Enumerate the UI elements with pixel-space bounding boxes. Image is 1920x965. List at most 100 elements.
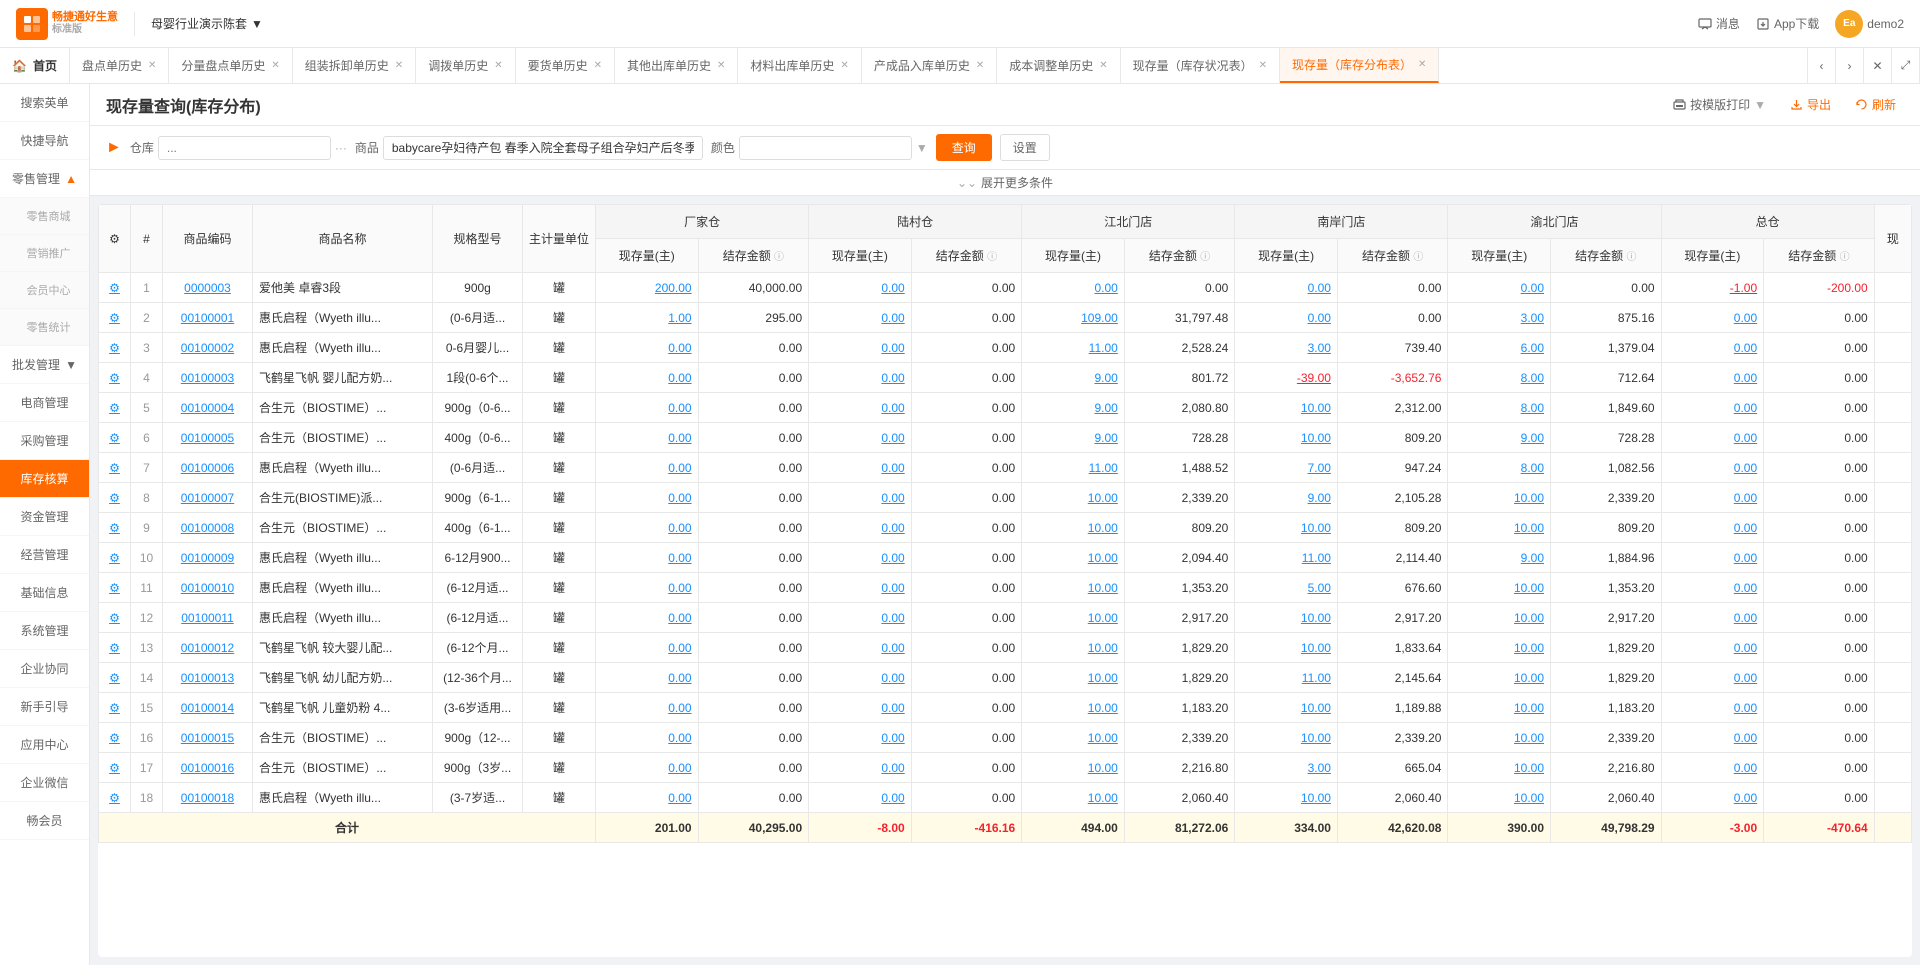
td-yb-stock[interactable]: 9.00 <box>1448 423 1551 453</box>
td-gear[interactable]: ⚙ <box>99 453 131 483</box>
td-yb-stock[interactable]: 10.00 <box>1448 693 1551 723</box>
td-code[interactable]: 00100001 <box>163 303 253 333</box>
message-btn[interactable]: 消息 <box>1698 15 1740 32</box>
td-f-stock[interactable]: 0.00 <box>596 333 699 363</box>
td-na-stock[interactable]: 10.00 <box>1235 783 1338 813</box>
tab-close-all-btn[interactable]: ✕ <box>1864 48 1892 84</box>
td-v-stock[interactable]: 0.00 <box>809 483 912 513</box>
td-v-stock[interactable]: 0.00 <box>809 423 912 453</box>
td-jb-stock[interactable]: 10.00 <box>1022 603 1125 633</box>
td-na-stock[interactable]: 3.00 <box>1235 333 1338 363</box>
td-v-stock[interactable]: 0.00 <box>809 393 912 423</box>
td-yb-stock[interactable]: 10.00 <box>1448 753 1551 783</box>
td-code[interactable]: 00100010 <box>163 573 253 603</box>
tab-inv-dist[interactable]: 现存量（库存分布表） ✕ <box>1280 48 1439 83</box>
td-t-stock[interactable]: 0.00 <box>1661 513 1764 543</box>
sidebar-item-purchase[interactable]: 采购管理 <box>0 422 89 460</box>
td-f-stock[interactable]: 0.00 <box>596 753 699 783</box>
sidebar-item-finance[interactable]: 资金管理 <box>0 498 89 536</box>
td-code[interactable]: 00100007 <box>163 483 253 513</box>
td-jb-stock[interactable]: 10.00 <box>1022 663 1125 693</box>
td-gear[interactable]: ⚙ <box>99 693 131 723</box>
tab-combo[interactable]: 组装拆卸单历史 ✕ <box>293 48 416 83</box>
td-f-stock[interactable]: 0.00 <box>596 663 699 693</box>
td-na-stock[interactable]: 11.00 <box>1235 543 1338 573</box>
td-t-stock[interactable]: 0.00 <box>1661 573 1764 603</box>
td-yb-stock[interactable]: 10.00 <box>1448 573 1551 603</box>
td-na-stock[interactable]: 7.00 <box>1235 453 1338 483</box>
td-t-stock[interactable]: 0.00 <box>1661 483 1764 513</box>
td-f-stock[interactable]: 0.00 <box>596 513 699 543</box>
td-jb-stock[interactable]: 10.00 <box>1022 783 1125 813</box>
td-t-stock[interactable]: 0.00 <box>1661 753 1764 783</box>
tab-other-out-close[interactable]: ✕ <box>717 60 725 71</box>
td-f-stock[interactable]: 0.00 <box>596 483 699 513</box>
td-gear[interactable]: ⚙ <box>99 543 131 573</box>
tab-product-in[interactable]: 产成品入库单历史 ✕ <box>862 48 997 83</box>
td-code[interactable]: 00100009 <box>163 543 253 573</box>
td-gear[interactable]: ⚙ <box>99 393 131 423</box>
td-f-stock[interactable]: 0.00 <box>596 543 699 573</box>
td-f-stock[interactable]: 1.00 <box>596 303 699 333</box>
td-jb-stock[interactable]: 9.00 <box>1022 423 1125 453</box>
tab-cost-adjust[interactable]: 成本调整单历史 ✕ <box>997 48 1120 83</box>
tab-requisition[interactable]: 要货单历史 ✕ <box>516 48 615 83</box>
td-code[interactable]: 00100008 <box>163 513 253 543</box>
tab-disc-branch[interactable]: 分量盘点单历史 ✕ <box>169 48 292 83</box>
td-v-stock[interactable]: 0.00 <box>809 363 912 393</box>
tab-next-btn[interactable]: › <box>1836 48 1864 84</box>
td-code[interactable]: 00100003 <box>163 363 253 393</box>
td-jb-stock[interactable]: 0.00 <box>1022 273 1125 303</box>
sidebar-item-system[interactable]: 系统管理 <box>0 612 89 650</box>
sidebar-item-member[interactable]: 会员中心 <box>0 272 89 309</box>
td-gear[interactable]: ⚙ <box>99 303 131 333</box>
td-v-stock[interactable]: 0.00 <box>809 513 912 543</box>
th-gear[interactable]: ⚙ <box>99 205 131 273</box>
td-v-stock[interactable]: 0.00 <box>809 753 912 783</box>
tab-inv-status[interactable]: 现存量（库存状况表） ✕ <box>1121 48 1280 83</box>
td-gear[interactable]: ⚙ <box>99 483 131 513</box>
td-gear[interactable]: ⚙ <box>99 333 131 363</box>
tab-cost-adjust-close[interactable]: ✕ <box>1099 60 1107 71</box>
td-jb-stock[interactable]: 9.00 <box>1022 393 1125 423</box>
td-code[interactable]: 00100004 <box>163 393 253 423</box>
td-code[interactable]: 00100011 <box>163 603 253 633</box>
td-jb-stock[interactable]: 109.00 <box>1022 303 1125 333</box>
td-f-stock[interactable]: 0.00 <box>596 363 699 393</box>
td-na-stock[interactable]: 10.00 <box>1235 723 1338 753</box>
tab-prev-btn[interactable]: ‹ <box>1808 48 1836 84</box>
td-yb-stock[interactable]: 10.00 <box>1448 483 1551 513</box>
td-yb-stock[interactable]: 10.00 <box>1448 633 1551 663</box>
tab-home[interactable]: 🏠 首页 <box>0 48 70 83</box>
td-jb-stock[interactable]: 10.00 <box>1022 513 1125 543</box>
sidebar-item-search[interactable]: 搜索英单 <box>0 84 89 122</box>
td-jb-stock[interactable]: 10.00 <box>1022 693 1125 723</box>
td-jb-stock[interactable]: 11.00 <box>1022 453 1125 483</box>
td-code[interactable]: 0000003 <box>163 273 253 303</box>
td-f-stock[interactable]: 0.00 <box>596 423 699 453</box>
td-jb-stock[interactable]: 10.00 <box>1022 543 1125 573</box>
sidebar-item-appcenter[interactable]: 应用中心 <box>0 726 89 764</box>
td-code[interactable]: 00100015 <box>163 723 253 753</box>
td-v-stock[interactable]: 0.00 <box>809 573 912 603</box>
td-f-stock[interactable]: 0.00 <box>596 723 699 753</box>
tab-disc-history[interactable]: 盘点单历史 ✕ <box>70 48 169 83</box>
td-yb-stock[interactable]: 10.00 <box>1448 783 1551 813</box>
td-f-stock[interactable]: 0.00 <box>596 453 699 483</box>
td-gear[interactable]: ⚙ <box>99 513 131 543</box>
tab-combo-close[interactable]: ✕ <box>395 60 403 71</box>
td-v-stock[interactable]: 0.00 <box>809 723 912 753</box>
tab-material-out[interactable]: 材料出库单历史 ✕ <box>738 48 861 83</box>
td-t-stock[interactable]: 0.00 <box>1661 393 1764 423</box>
color-input[interactable] <box>739 136 912 160</box>
td-gear[interactable]: ⚙ <box>99 363 131 393</box>
td-v-stock[interactable]: 0.00 <box>809 663 912 693</box>
tab-disc-branch-close[interactable]: ✕ <box>271 60 279 71</box>
td-t-stock[interactable]: 0.00 <box>1661 363 1764 393</box>
td-f-stock[interactable]: 0.00 <box>596 393 699 423</box>
td-na-stock[interactable]: 10.00 <box>1235 393 1338 423</box>
sidebar-item-operation[interactable]: 经营管理 <box>0 536 89 574</box>
goods-input[interactable] <box>383 136 703 160</box>
td-na-stock[interactable]: 11.00 <box>1235 663 1338 693</box>
td-na-stock[interactable]: 0.00 <box>1235 273 1338 303</box>
